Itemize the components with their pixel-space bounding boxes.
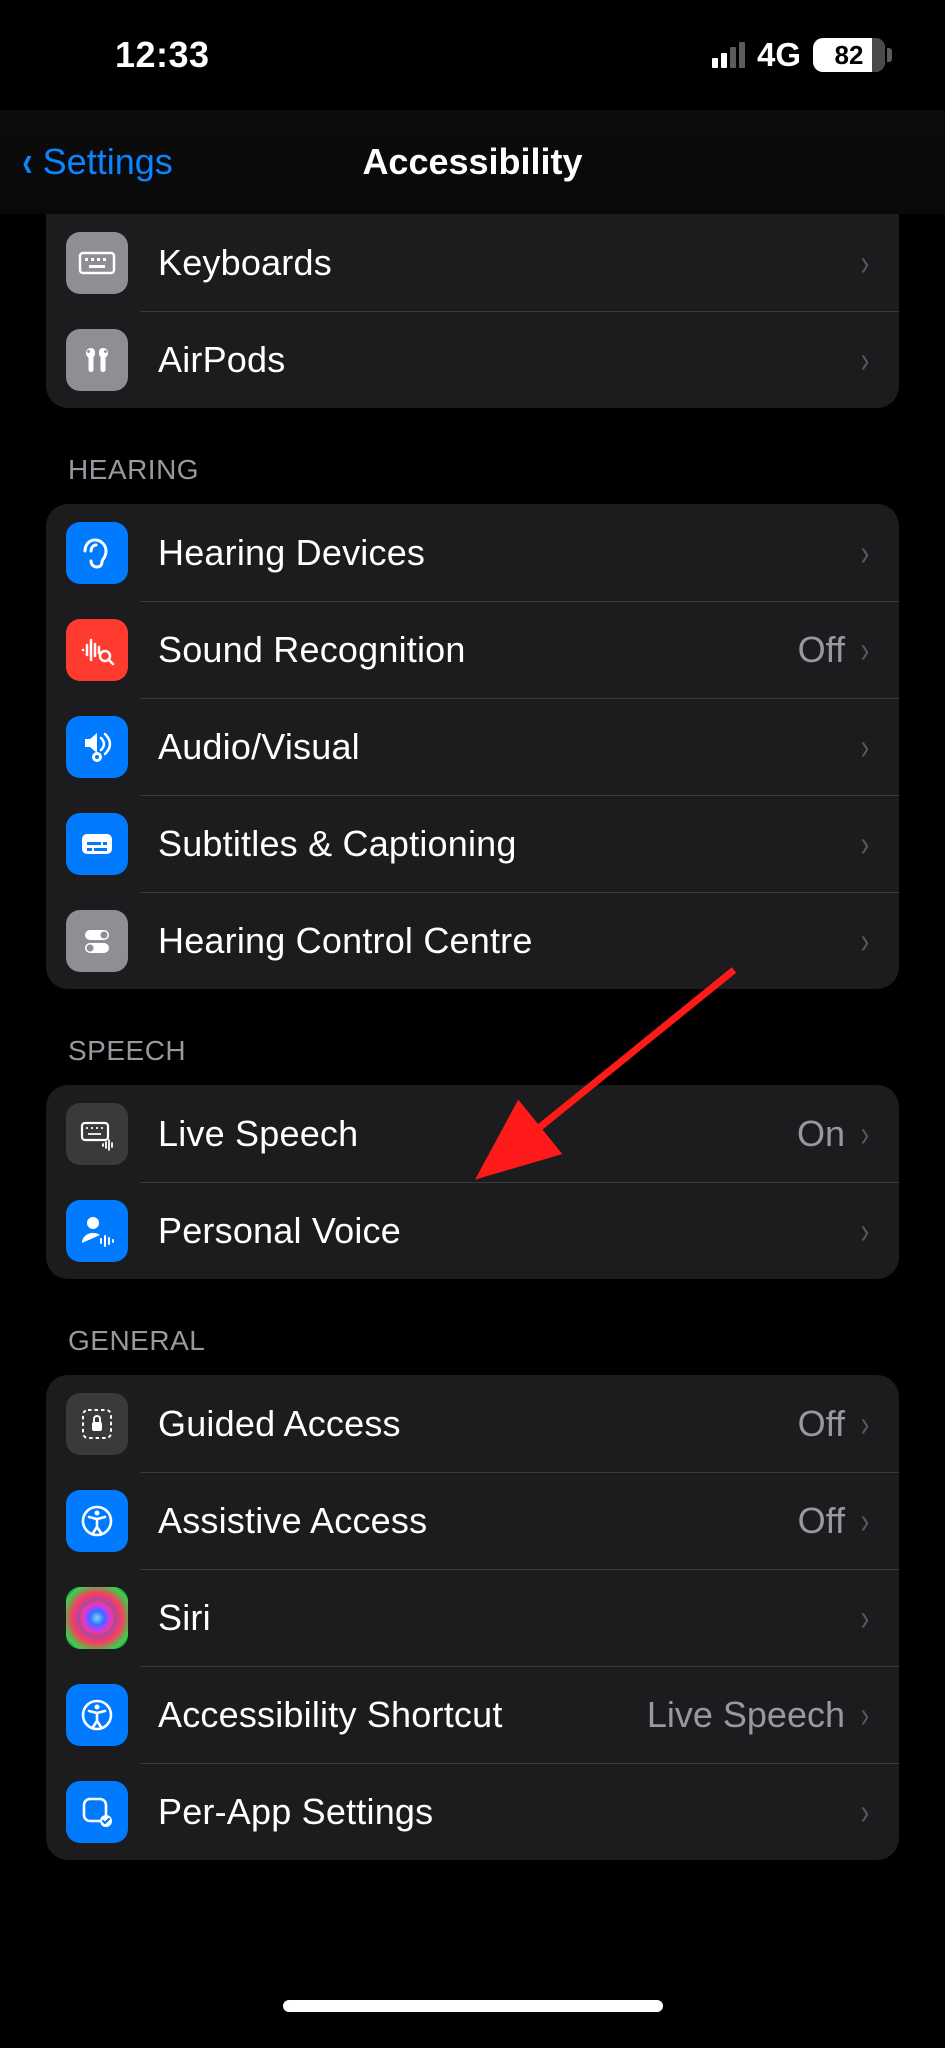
row-label: Hearing Control Centre [158, 920, 859, 962]
home-indicator[interactable] [283, 2000, 663, 2012]
row-value: Off [798, 1500, 845, 1542]
keyboard-icon [66, 232, 128, 294]
chevron-right-icon: › [861, 1113, 869, 1155]
row-assistive-access[interactable]: Assistive Access Off › [46, 1472, 899, 1569]
chevron-right-icon: › [861, 1791, 869, 1833]
row-guided-access[interactable]: Guided Access Off › [46, 1375, 899, 1472]
accessibility-shortcut-icon [66, 1684, 128, 1746]
assistive-access-icon [66, 1490, 128, 1552]
row-personal-voice[interactable]: Personal Voice › [46, 1182, 899, 1279]
chevron-right-icon: › [861, 339, 869, 381]
status-bar: 12:33 4G 82 [0, 0, 945, 110]
row-value: Live Speech [647, 1694, 845, 1736]
group-general: Guided Access Off › Assistive Access Off… [46, 1375, 899, 1860]
live-speech-icon [66, 1103, 128, 1165]
nav-bar: ‹ Settings Accessibility [0, 110, 945, 214]
section-header-general: GENERAL [46, 1279, 899, 1375]
row-label: Hearing Devices [158, 532, 859, 574]
row-hearing-control-centre[interactable]: Hearing Control Centre › [46, 892, 899, 989]
row-label: Sound Recognition [158, 629, 798, 671]
status-right: 4G 82 [712, 36, 885, 74]
row-label: Subtitles & Captioning [158, 823, 859, 865]
row-label: Live Speech [158, 1113, 797, 1155]
row-sound-recognition[interactable]: Sound Recognition Off › [46, 601, 899, 698]
ear-icon [66, 522, 128, 584]
battery-level: 82 [835, 40, 864, 71]
row-value: On [797, 1113, 845, 1155]
page-title: Accessibility [362, 141, 582, 183]
content[interactable]: Keyboards › AirPods › HEARING Hearing De… [0, 214, 945, 2048]
hearing-control-centre-icon [66, 910, 128, 972]
row-hearing-devices[interactable]: Hearing Devices › [46, 504, 899, 601]
row-label: Keyboards [158, 242, 859, 284]
section-header-speech: SPEECH [46, 989, 899, 1085]
row-label: Assistive Access [158, 1500, 798, 1542]
screen: 12:33 4G 82 ‹ Settings Accessibility Key… [0, 0, 945, 2048]
section-header-hearing: HEARING [46, 408, 899, 504]
chevron-right-icon: › [861, 823, 869, 865]
row-audio-visual[interactable]: Audio/Visual › [46, 698, 899, 795]
back-button[interactable]: ‹ Settings [20, 110, 173, 214]
siri-icon [66, 1587, 128, 1649]
row-per-app-settings[interactable]: Per-App Settings › [46, 1763, 899, 1860]
group-speech: Live Speech On › Personal Voice › [46, 1085, 899, 1279]
back-label: Settings [43, 141, 173, 183]
subtitles-icon [66, 813, 128, 875]
row-label: Accessibility Shortcut [158, 1694, 647, 1736]
sound-recognition-icon [66, 619, 128, 681]
signal-icon [712, 42, 745, 68]
chevron-left-icon: ‹ [22, 140, 32, 184]
chevron-right-icon: › [861, 1694, 869, 1736]
row-label: Audio/Visual [158, 726, 859, 768]
row-live-speech[interactable]: Live Speech On › [46, 1085, 899, 1182]
chevron-right-icon: › [861, 1500, 869, 1542]
network-label: 4G [757, 36, 801, 74]
chevron-right-icon: › [861, 726, 869, 768]
group-hearing: Hearing Devices › Sound Recognition Off … [46, 504, 899, 989]
row-label: Personal Voice [158, 1210, 859, 1252]
per-app-settings-icon [66, 1781, 128, 1843]
chevron-right-icon: › [861, 532, 869, 574]
row-subtitles[interactable]: Subtitles & Captioning › [46, 795, 899, 892]
row-airpods[interactable]: AirPods › [46, 311, 899, 408]
chevron-right-icon: › [861, 1597, 869, 1639]
row-label: AirPods [158, 339, 859, 381]
battery-icon: 82 [813, 38, 885, 72]
row-siri[interactable]: Siri › [46, 1569, 899, 1666]
airpods-icon [66, 329, 128, 391]
row-value: Off [798, 629, 845, 671]
chevron-right-icon: › [861, 1403, 869, 1445]
chevron-right-icon: › [861, 242, 869, 284]
chevron-right-icon: › [861, 920, 869, 962]
row-label: Guided Access [158, 1403, 798, 1445]
row-accessibility-shortcut[interactable]: Accessibility Shortcut Live Speech › [46, 1666, 899, 1763]
group-top: Keyboards › AirPods › [46, 214, 899, 408]
guided-access-icon [66, 1393, 128, 1455]
row-value: Off [798, 1403, 845, 1445]
chevron-right-icon: › [861, 1210, 869, 1252]
audio-visual-icon [66, 716, 128, 778]
status-time: 12:33 [115, 34, 210, 76]
row-label: Siri [158, 1597, 859, 1639]
row-label: Per-App Settings [158, 1791, 859, 1833]
chevron-right-icon: › [861, 629, 869, 671]
row-keyboards[interactable]: Keyboards › [46, 214, 899, 311]
personal-voice-icon [66, 1200, 128, 1262]
